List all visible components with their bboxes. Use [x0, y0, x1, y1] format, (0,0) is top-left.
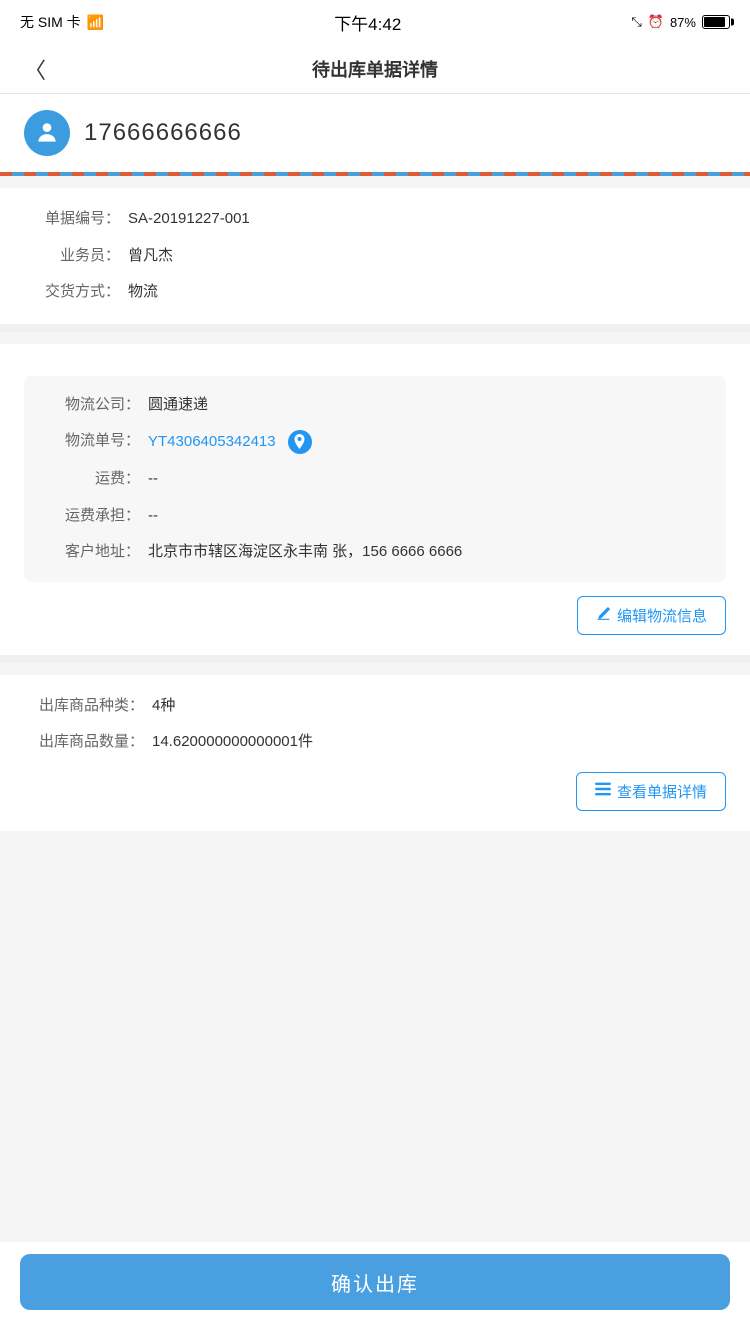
bottom-spacer	[0, 831, 750, 1031]
confirm-outbound-button[interactable]: 确认出库	[20, 1254, 730, 1310]
location-icon[interactable]	[288, 430, 312, 454]
fee-label: 运费：	[44, 468, 140, 491]
wifi-icon: 📶	[87, 14, 104, 31]
goods-types-label: 出库商品种类：	[24, 695, 144, 718]
edit-logistics-button[interactable]: 编辑物流信息	[577, 596, 726, 635]
fee-bearer-row: 运费承担： --	[44, 505, 706, 528]
avatar	[24, 110, 70, 156]
view-btn-row: 查看单据详情	[24, 772, 726, 811]
view-detail-button[interactable]: 查看单据详情	[576, 772, 726, 811]
goods-quantity-value: 14.620000000000001件	[152, 731, 726, 754]
section-divider-2	[0, 655, 750, 663]
fee-bearer-value: --	[148, 505, 706, 528]
goods-types-value: 4种	[152, 695, 726, 718]
tracking-row: 物流单号： YT43064053424​13	[44, 430, 706, 454]
agent-label: 业务员：	[24, 245, 120, 268]
list-icon	[595, 782, 611, 800]
user-phone: 17666666666	[84, 119, 242, 147]
goods-section: 出库商品种类： 4种 出库商品数量： 14.620000000000001件 查…	[0, 675, 750, 831]
dashed-divider	[0, 172, 750, 176]
tracking-label: 物流单号：	[44, 430, 140, 453]
battery-icon	[702, 15, 730, 29]
battery-percent: 87%	[670, 15, 696, 30]
page-title: 待出库单据详情	[312, 56, 438, 82]
logistics-company-label: 物流公司：	[44, 394, 140, 417]
delivery-value: 物流	[128, 281, 726, 304]
edit-icon	[596, 606, 611, 625]
tracking-value: YT43064053424​13	[148, 430, 706, 454]
logistics-company-row: 物流公司： 圆通速递	[44, 394, 706, 417]
address-row: 客户地址： 北京市市辖区海淀区永丰南 张，156 6666 6666	[44, 541, 706, 564]
logistics-section: 物流公司： 圆通速递 物流单号： YT43064053424​13 运费： --…	[0, 344, 750, 655]
order-info-section: 单据编号： SA-20191227-001 业务员： 曾凡杰 交货方式： 物流	[0, 188, 750, 324]
delivery-label: 交货方式：	[24, 281, 120, 304]
delivery-row: 交货方式： 物流	[24, 281, 726, 304]
address-label: 客户地址：	[44, 541, 140, 564]
order-number-label: 单据编号：	[24, 208, 120, 231]
agent-row: 业务员： 曾凡杰	[24, 245, 726, 268]
status-left: 无 SIM 卡 📶	[20, 12, 104, 32]
order-number-row: 单据编号： SA-20191227-001	[24, 208, 726, 231]
back-button[interactable]: 〈	[16, 45, 54, 93]
goods-quantity-label: 出库商品数量：	[24, 731, 144, 754]
order-number-value: SA-20191227-001	[128, 208, 726, 231]
status-time: 下午4:42	[334, 10, 401, 35]
location-icon: ⤡	[631, 14, 641, 30]
logistics-company-value: 圆通速递	[148, 394, 706, 417]
fee-bearer-label: 运费承担：	[44, 505, 140, 528]
fee-row: 运费： --	[44, 468, 706, 491]
logistics-box: 物流公司： 圆通速递 物流单号： YT43064053424​13 运费： --…	[24, 376, 726, 582]
nav-bar: 〈 待出库单据详情	[0, 44, 750, 94]
goods-types-row: 出库商品种类： 4种	[24, 695, 726, 718]
edit-btn-row: 编辑物流信息	[24, 596, 726, 635]
confirm-btn-wrap: 确认出库	[0, 1242, 750, 1334]
edit-logistics-label: 编辑物流信息	[617, 605, 707, 626]
agent-value: 曾凡杰	[128, 245, 726, 268]
fee-value: --	[148, 468, 706, 491]
user-header: 17666666666	[0, 94, 750, 172]
view-detail-label: 查看单据详情	[617, 781, 707, 802]
status-right: ⤡ ⏰ 87%	[631, 14, 730, 30]
address-value: 北京市市辖区海淀区永丰南 张，156 6666 6666	[148, 541, 706, 564]
status-bar: 无 SIM 卡 📶 下午4:42 ⤡ ⏰ 87%	[0, 0, 750, 44]
sim-label: 无 SIM 卡	[20, 12, 81, 32]
alarm-icon: ⏰	[648, 14, 664, 30]
section-divider	[0, 324, 750, 332]
goods-quantity-row: 出库商品数量： 14.620000000000001件	[24, 731, 726, 754]
